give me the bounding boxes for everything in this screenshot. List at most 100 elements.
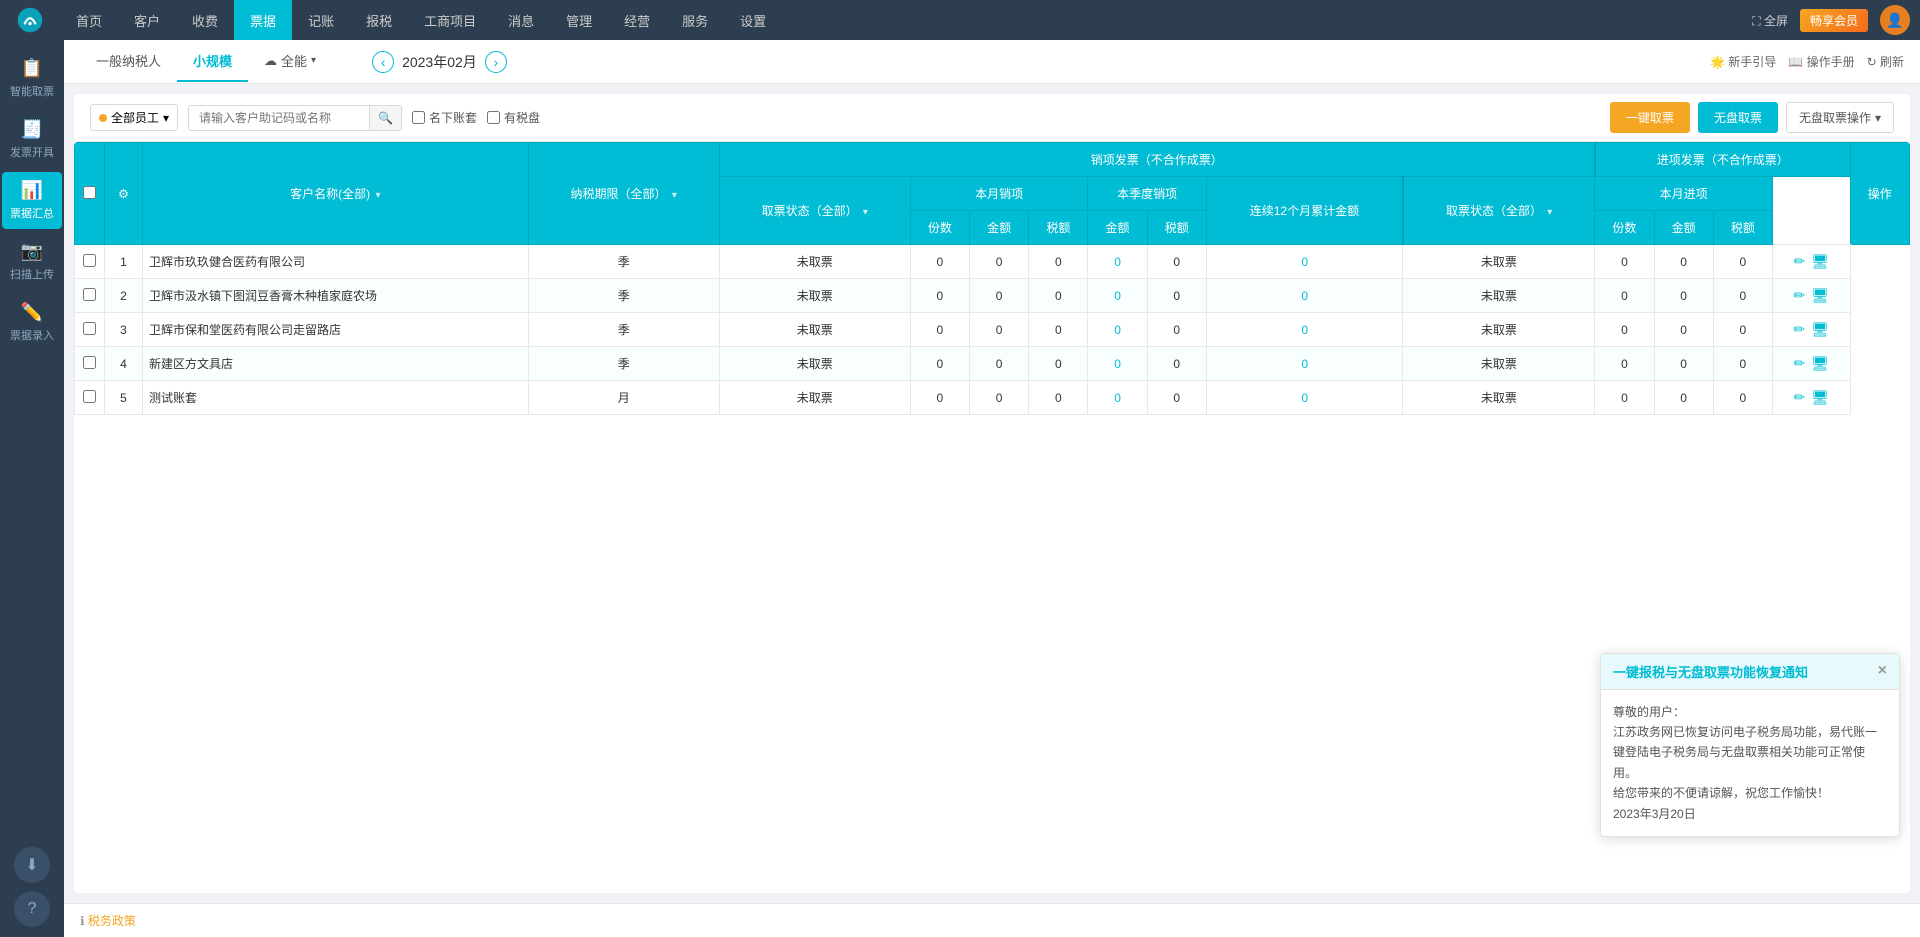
row-checkbox[interactable] — [83, 322, 96, 335]
row-checkbox[interactable] — [83, 390, 96, 403]
edit-icon[interactable]: ✏ — [1794, 389, 1806, 406]
view-icon[interactable]: 🖥 — [1811, 389, 1829, 406]
nav-settings[interactable]: 设置 — [724, 0, 782, 40]
row-checkbox[interactable] — [83, 254, 96, 267]
header-right-buttons: 🌟 新手引导 📖 操作手册 ↻ 刷新 — [1710, 53, 1904, 70]
no-disk-ticket-button[interactable]: 无盘取票 — [1698, 102, 1778, 133]
sidebar-item-smart-ticket[interactable]: 📋 智能取票 — [2, 50, 62, 107]
nav-service[interactable]: 服务 — [666, 0, 724, 40]
nav-customer[interactable]: 客户 — [118, 0, 176, 40]
tax-policy-link[interactable]: 税务政策 — [88, 914, 136, 928]
filter-icon: ▾ — [863, 207, 868, 218]
has-tax-disk-checkbox[interactable] — [487, 111, 500, 124]
edit-icon[interactable]: ✏ — [1794, 321, 1806, 338]
th-cancel-invoice-group: 销项发票（不合作成票） — [719, 143, 1595, 177]
th-cancel-status: 取票状态（全部） ▾ — [719, 177, 910, 245]
nav-home[interactable]: 首页 — [60, 0, 118, 40]
sidebar-item-invoice-summary[interactable]: 📊 票据汇总 — [2, 172, 62, 229]
row-cq-amount-link[interactable]: 0 — [1114, 357, 1121, 371]
scan-upload-icon: 📷 — [21, 241, 43, 262]
tab-general-taxpayer[interactable]: 一般纳税人 — [80, 41, 177, 82]
row-cm-count: 0 — [910, 245, 969, 279]
manual-btn[interactable]: 📖 操作手册 — [1788, 53, 1854, 70]
my-account-checkbox[interactable] — [412, 111, 425, 124]
row-cancel-status: 未取票 — [719, 347, 910, 381]
employee-select[interactable]: 全部员工 ▾ — [90, 104, 178, 131]
sidebar-item-scan-upload[interactable]: 📷 扫描上传 — [2, 233, 62, 290]
row-acc12-link[interactable]: 0 — [1301, 255, 1308, 269]
notification-popup: 一键报税与无盘取票功能恢复通知 × 尊敬的用户： 江苏政务网已恢复访问电子税务局… — [1600, 653, 1900, 837]
th-tax-period: 纳税期限（全部） ▾ — [528, 143, 719, 245]
nav-invoice[interactable]: 票据 — [234, 0, 292, 40]
sidebar-help-icon[interactable]: ? — [14, 891, 50, 927]
view-icon[interactable]: 🖥 — [1811, 287, 1829, 304]
row-in-amount: 0 — [1654, 313, 1713, 347]
row-cq-amount-link[interactable]: 0 — [1114, 289, 1121, 303]
fullscreen-btn[interactable]: ⛶ 全屏 — [1752, 12, 1788, 29]
table-row: 3 卫辉市保和堂医药有限公司走留路店 季 未取票 0 0 0 0 0 0 未取票… — [75, 313, 1910, 347]
row-acc12-link[interactable]: 0 — [1301, 289, 1308, 303]
nav-business[interactable]: 工商项目 — [408, 0, 492, 40]
search-box: 🔍 — [188, 105, 402, 131]
sidebar-item-data-entry[interactable]: ✏️ 票据录入 — [2, 294, 62, 351]
edit-icon[interactable]: ✏ — [1794, 253, 1806, 270]
row-customer: 新建区方文具店 — [143, 347, 529, 381]
row-in-tax: 0 — [1713, 347, 1772, 381]
view-icon[interactable]: 🖥 — [1811, 355, 1829, 372]
data-entry-icon: ✏️ — [21, 302, 43, 323]
new-guide-btn[interactable]: 🌟 新手引导 — [1710, 53, 1776, 70]
row-checkbox[interactable] — [83, 288, 96, 301]
row-cancel-status: 未取票 — [719, 245, 910, 279]
checkbox-my-account[interactable]: 名下账套 — [412, 109, 477, 126]
chevron-down-icon: ▾ — [163, 111, 169, 125]
tab-all[interactable]: ☁ 全能 ▾ — [248, 41, 332, 82]
view-icon[interactable]: 🖥 — [1811, 321, 1829, 338]
row-acc12-link[interactable]: 0 — [1301, 323, 1308, 337]
sidebar-download-icon[interactable]: ⬇ — [14, 847, 50, 883]
th-current-month-cancel: 本月销项 — [910, 177, 1088, 211]
filter-icon: ▾ — [376, 190, 381, 201]
nav-message[interactable]: 消息 — [492, 0, 550, 40]
row-checkbox[interactable] — [83, 356, 96, 369]
nav-operation[interactable]: 经营 — [608, 0, 666, 40]
more-operations-button[interactable]: 无盘取票操作 ▾ — [1786, 102, 1894, 133]
prev-period-btn[interactable]: ‹ — [372, 51, 394, 73]
edit-icon[interactable]: ✏ — [1794, 287, 1806, 304]
toolbar: 全部员工 ▾ 🔍 名下账套 有税盘 一键取票 无盘取票 — [74, 94, 1910, 142]
row-acc12-link[interactable]: 0 — [1301, 357, 1308, 371]
row-acc12: 0 — [1206, 313, 1403, 347]
row-actions: ✏ 🖥 — [1772, 347, 1850, 381]
row-no: 4 — [105, 347, 143, 381]
row-cm-count: 0 — [910, 347, 969, 381]
checkbox-has-tax-disk[interactable]: 有税盘 — [487, 109, 540, 126]
edit-icon[interactable]: ✏ — [1794, 355, 1806, 372]
th-cm-cancel-amount: 金额 — [970, 211, 1029, 245]
nav-manage[interactable]: 管理 — [550, 0, 608, 40]
row-checkbox-cell — [75, 245, 105, 279]
row-cq-amount-link[interactable]: 0 — [1114, 255, 1121, 269]
tabs-header: 一般纳税人 小规模 ☁ 全能 ▾ ‹ 2023年02月 › 🌟 新手引导 📖 操… — [64, 40, 1920, 84]
vip-button[interactable]: 畅享会员 — [1800, 9, 1868, 32]
sidebar-item-invoice-issue[interactable]: 🧾 发票开具 — [2, 111, 62, 168]
view-icon[interactable]: 🖥 — [1811, 253, 1829, 270]
row-in-amount: 0 — [1654, 381, 1713, 415]
row-no: 3 — [105, 313, 143, 347]
select-all-checkbox[interactable] — [83, 186, 96, 199]
nav-fee[interactable]: 收费 — [176, 0, 234, 40]
notification-close-btn[interactable]: × — [1878, 662, 1887, 680]
row-in-count: 0 — [1595, 245, 1654, 279]
nav-tax[interactable]: 报税 — [350, 0, 408, 40]
refresh-btn[interactable]: ↻ 刷新 — [1867, 53, 1904, 70]
nav-accounting[interactable]: 记账 — [292, 0, 350, 40]
row-cq-amount-link[interactable]: 0 — [1114, 323, 1121, 337]
search-button[interactable]: 🔍 — [369, 106, 401, 130]
row-cq-amount-link[interactable]: 0 — [1114, 391, 1121, 405]
search-input[interactable] — [189, 106, 369, 130]
th-cm-incoming-amount: 金额 — [1654, 211, 1713, 245]
tab-small-scale[interactable]: 小规模 — [177, 41, 248, 82]
next-period-btn[interactable]: › — [485, 51, 507, 73]
avatar[interactable]: 👤 — [1880, 5, 1910, 35]
row-acc12-link[interactable]: 0 — [1301, 391, 1308, 405]
row-cm-tax: 0 — [1029, 381, 1088, 415]
one-click-ticket-button[interactable]: 一键取票 — [1610, 102, 1690, 133]
